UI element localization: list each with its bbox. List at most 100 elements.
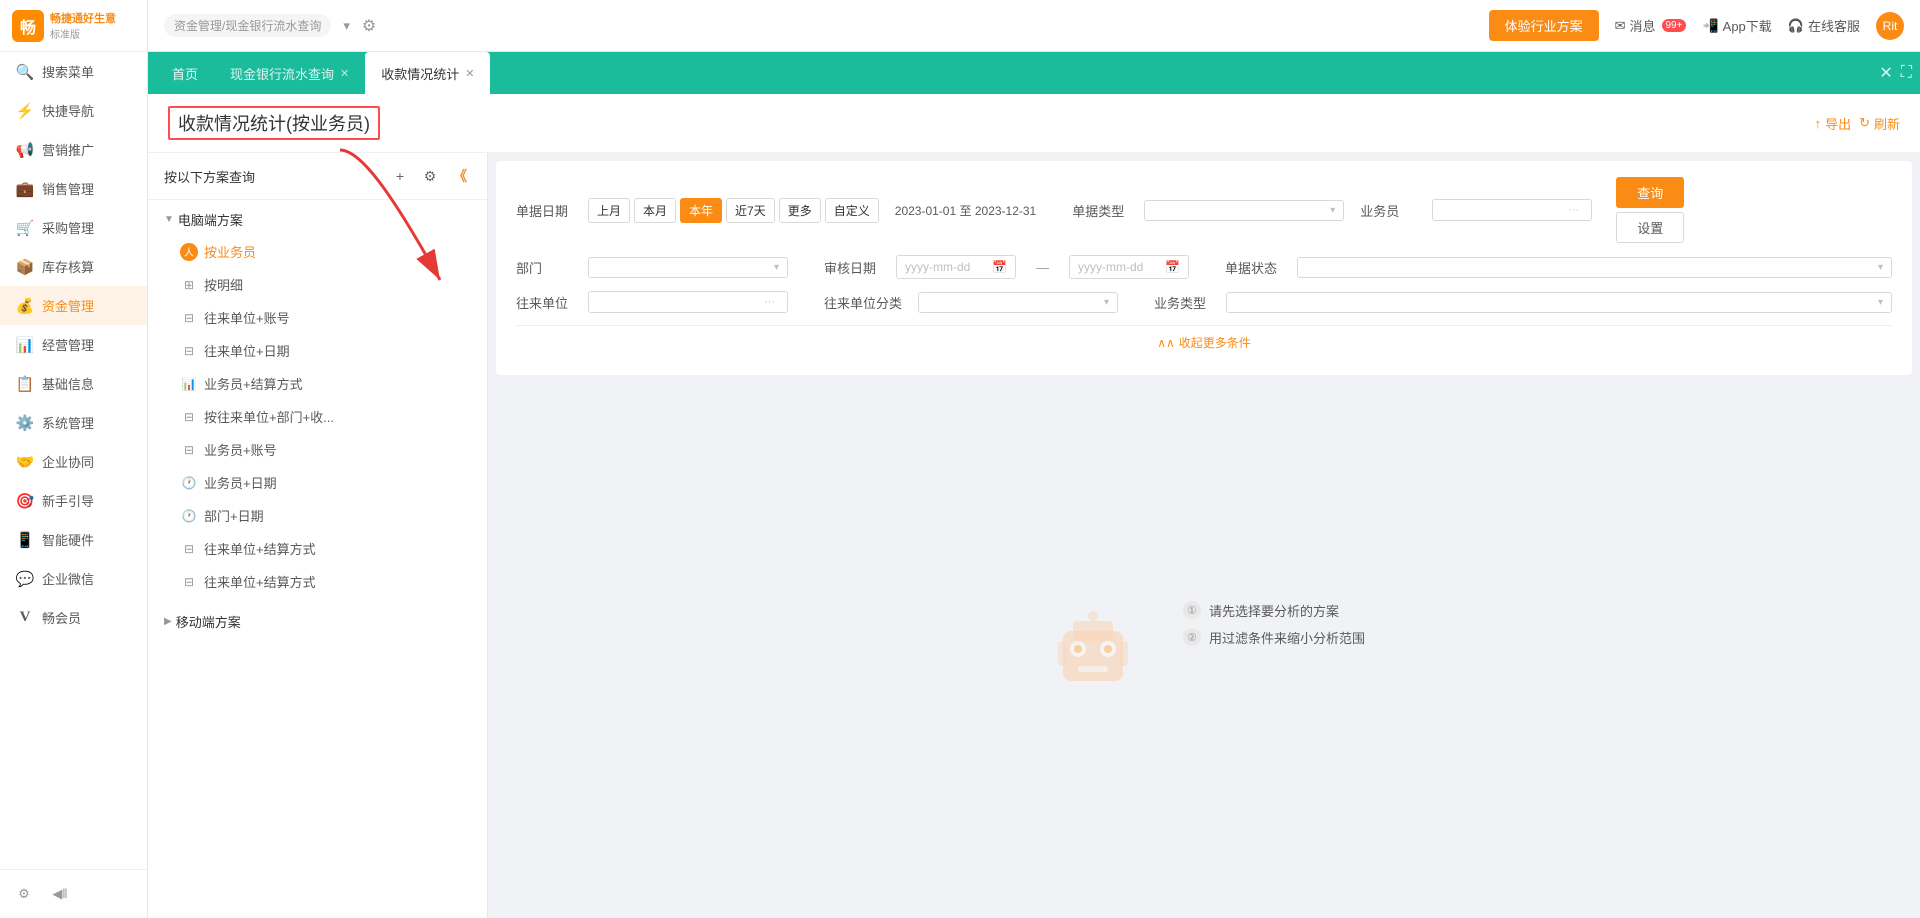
page-title: 收款情况统计(按业务员): [168, 106, 380, 140]
unit-category-select[interactable]: ▾: [918, 292, 1118, 313]
app-download-action[interactable]: 📲 App下载: [1702, 16, 1771, 35]
quick-nav-icon: ⚡: [16, 102, 34, 120]
export-button[interactable]: ↑ 导出: [1815, 114, 1852, 133]
date-btn-more[interactable]: 更多: [779, 198, 821, 223]
base-info-icon: 📋: [16, 375, 34, 393]
tab-maximize-icon[interactable]: ⛶: [1901, 64, 1912, 82]
doc-status-arrow: ▾: [1878, 262, 1883, 273]
salesman-more-btn[interactable]: ···: [1568, 204, 1579, 216]
panel-header-actions: + ⚙ 《: [389, 165, 471, 187]
online-service-action[interactable]: 🎧 在线客服: [1788, 16, 1860, 35]
date-label: 单据日期: [516, 201, 572, 220]
right-panel: 单据日期 上月 本月 本年 近7天 更多 自定义 2023-01-01 至 20…: [488, 153, 1920, 918]
collapse-panel-button[interactable]: 《: [449, 165, 471, 187]
scheme-item-salesman-date[interactable]: 🕐 业务员+日期: [148, 466, 487, 499]
collapse-bar[interactable]: ∧∧ 收起更多条件: [516, 325, 1892, 359]
tab-cash-flow-close[interactable]: ✕: [340, 67, 349, 80]
topbar-actions: 体验行业方案 ✉ 消息 99+ 📲 App下载 🎧 在线客服 Rit: [1489, 10, 1904, 41]
sidebar-item-base-info[interactable]: 📋 基础信息: [0, 364, 147, 403]
tab-home[interactable]: 首页: [156, 52, 214, 94]
review-date-end[interactable]: yyyy-mm-dd 📅: [1069, 255, 1189, 279]
tab-receipt-stats-close[interactable]: ✕: [465, 67, 474, 80]
sidebar-item-purchase[interactable]: 🛒 采购管理: [0, 208, 147, 247]
date-btn-custom[interactable]: 自定义: [825, 198, 879, 223]
sidebar-item-guide[interactable]: 🎯 新手引导: [0, 481, 147, 520]
marketing-icon: 📢: [16, 141, 34, 159]
step-num-2: ②: [1183, 628, 1201, 646]
footer-settings-icon[interactable]: ⚙: [10, 880, 38, 908]
sidebar-item-vip[interactable]: V 畅会员: [0, 598, 147, 637]
sidebar-item-sales[interactable]: 💼 销售管理: [0, 169, 147, 208]
sidebar-item-operation[interactable]: 📊 经营管理: [0, 325, 147, 364]
scheme-icon-grid2: ⊟: [180, 309, 198, 327]
sidebar-item-search[interactable]: 🔍 搜索菜单: [0, 52, 147, 91]
scheme-item-by-salesman[interactable]: 人 按业务员: [148, 235, 487, 268]
biz-type-select[interactable]: ▾: [1226, 292, 1892, 313]
scheme-item-unit-account[interactable]: ⊟ 往来单位+账号: [148, 301, 487, 334]
sidebar-item-wechat[interactable]: 💬 企业微信: [0, 559, 147, 598]
message-badge: 99+: [1662, 19, 1687, 32]
date-btn-this-month[interactable]: 本月: [634, 198, 676, 223]
doc-status-label: 单据状态: [1225, 258, 1281, 277]
unit-label: 往来单位: [516, 293, 572, 312]
doc-type-select[interactable]: ▾: [1144, 200, 1344, 221]
sidebar-item-system[interactable]: ⚙️ 系统管理: [0, 403, 147, 442]
unit-select[interactable]: ···: [588, 291, 788, 313]
enterprise-icon: 🤝: [16, 453, 34, 471]
scheme-item-salesman-settle[interactable]: 📊 业务员+结算方式: [148, 367, 487, 400]
review-date-start[interactable]: yyyy-mm-dd 📅: [896, 255, 1016, 279]
date-btn-last-month[interactable]: 上月: [588, 198, 630, 223]
scheme-group-desktop-header[interactable]: ▼ 电脑端方案: [148, 204, 487, 235]
setup-button[interactable]: 设置: [1616, 212, 1684, 243]
scheme-settings-button[interactable]: ⚙: [419, 165, 441, 187]
page-header: 收款情况统计(按业务员) ↑ 导出 ↻ 刷新: [148, 94, 1920, 153]
guide-icon: 🎯: [16, 492, 34, 510]
tabs-right-controls: ✕ ⛶: [1879, 63, 1912, 83]
query-button[interactable]: 查询: [1616, 177, 1684, 208]
filter-row-2: 部门 ▾ 审核日期 yyyy-mm-dd 📅 — yyyy-mm-dd 📅: [516, 255, 1892, 279]
scheme-item-by-detail[interactable]: ⊞ 按明细: [148, 268, 487, 301]
scheme-item-unit-dept-collect[interactable]: ⊟ 按往来单位+部门+收...: [148, 400, 487, 433]
scheme-item-salesman-account[interactable]: ⊟ 业务员+账号: [148, 433, 487, 466]
chevron-down-icon[interactable]: ▾: [343, 18, 350, 34]
sidebar-item-inventory[interactable]: 📦 库存核算: [0, 247, 147, 286]
topbar: 资金管理/现金银行流水查询 ▾ ⚙ 体验行业方案 ✉ 消息 99+ 📲 App下…: [148, 0, 1920, 52]
doc-type-label: 单据类型: [1072, 201, 1128, 220]
date-separator: —: [1036, 260, 1049, 275]
sidebar-item-capital[interactable]: 💰 资金管理: [0, 286, 147, 325]
tab-receipt-stats[interactable]: 收款情况统计 ✕: [365, 52, 490, 94]
filter-action-buttons: 查询 设置: [1616, 177, 1684, 243]
scheme-item-dept-date[interactable]: 🕐 部门+日期: [148, 499, 487, 532]
date-btn-7days[interactable]: 近7天: [726, 198, 775, 223]
scheme-group-mobile-header[interactable]: ▶ 移动端方案: [148, 606, 487, 637]
refresh-button[interactable]: ↻ 刷新: [1859, 114, 1900, 133]
topbar-settings-icon[interactable]: ⚙: [362, 16, 376, 36]
tab-cash-flow[interactable]: 现金银行流水查询 ✕: [214, 52, 365, 94]
date-btn-this-year[interactable]: 本年: [680, 198, 722, 223]
user-avatar[interactable]: Rit: [1876, 12, 1904, 40]
footer-collapse-icon[interactable]: ◀‖: [46, 880, 74, 908]
salesman-select[interactable]: ···: [1432, 199, 1592, 221]
sidebar-item-enterprise[interactable]: 🤝 企业协同: [0, 442, 147, 481]
dept-select[interactable]: ▾: [588, 257, 788, 278]
sidebar-footer: ⚙ ◀‖: [0, 869, 147, 918]
tab-close-all-icon[interactable]: ✕: [1879, 63, 1892, 83]
doc-status-select[interactable]: ▾: [1297, 257, 1892, 278]
sidebar-item-marketing[interactable]: 📢 营销推广: [0, 130, 147, 169]
hardware-icon: 📱: [16, 531, 34, 549]
topbar-left: 资金管理/现金银行流水查询 ▾ ⚙: [164, 14, 376, 37]
unit-more-btn[interactable]: ···: [764, 296, 775, 308]
sidebar-item-hardware[interactable]: 📱 智能硬件: [0, 520, 147, 559]
mobile-group-arrow: ▶: [164, 616, 172, 627]
message-action[interactable]: ✉ 消息 99+: [1615, 16, 1687, 35]
scheme-group-mobile: ▶ 移动端方案: [148, 602, 487, 641]
scheme-item-unit-settle1[interactable]: ⊟ 往来单位+结算方式: [148, 532, 487, 565]
scheme-item-unit-date[interactable]: ⊟ 往来单位+日期: [148, 334, 487, 367]
export-icon: ↑: [1815, 116, 1822, 131]
header-buttons: ↑ 导出 ↻ 刷新: [1815, 114, 1900, 133]
add-scheme-button[interactable]: +: [389, 165, 411, 187]
scheme-item-unit-settle2[interactable]: ⊟ 往来单位+结算方式: [148, 565, 487, 598]
sidebar-item-quick-nav[interactable]: ⚡ 快捷导航: [0, 91, 147, 130]
salesman-label: 业务员: [1360, 201, 1416, 220]
trial-button[interactable]: 体验行业方案: [1489, 10, 1599, 41]
